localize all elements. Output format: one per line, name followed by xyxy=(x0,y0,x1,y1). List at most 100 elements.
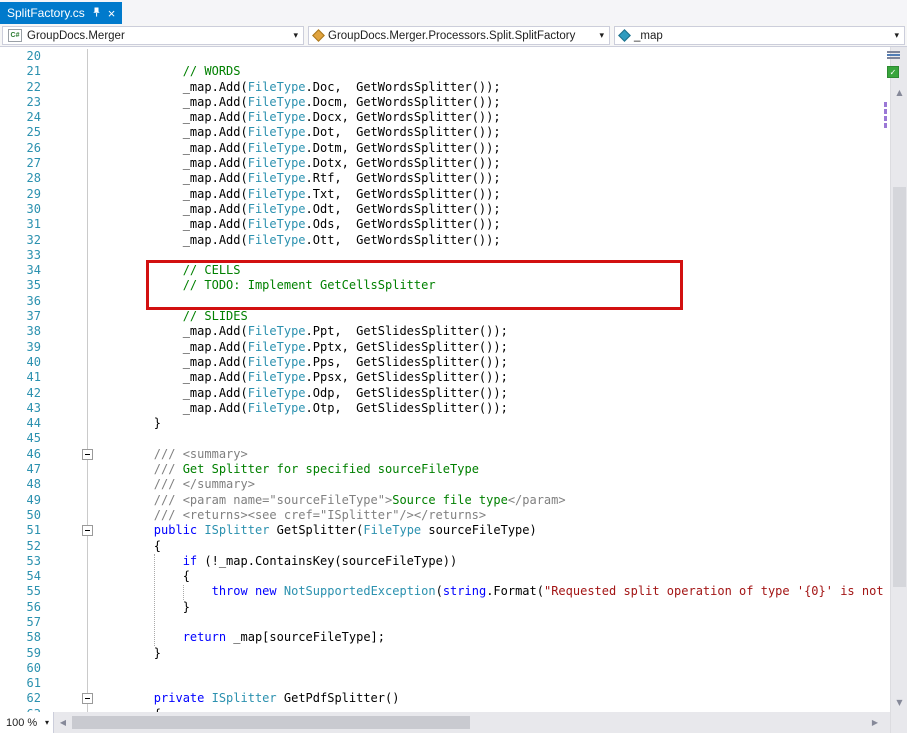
code-line[interactable]: } xyxy=(96,646,890,661)
line-number: 36 xyxy=(26,293,41,308)
code-line[interactable]: return _map[sourceFileType]; xyxy=(96,630,890,645)
code-line[interactable]: _map.Add(FileType.Rtf, GetWordsSplitter(… xyxy=(96,171,890,186)
pin-icon[interactable] xyxy=(92,6,101,20)
change-marker[interactable] xyxy=(884,109,887,114)
code-line[interactable]: // TODO: Implement GetCellsSplitter xyxy=(96,278,890,293)
tab-strip: SplitFactory.cs × xyxy=(0,0,907,24)
horizontal-scrollbar-thumb[interactable] xyxy=(72,716,470,729)
collapse-region-button[interactable] xyxy=(82,448,93,460)
code-line[interactable]: } xyxy=(96,416,890,431)
fold-margin-row xyxy=(80,447,96,462)
code-line[interactable]: _map.Add(FileType.Ott, GetWordsSplitter(… xyxy=(96,233,890,248)
code-line[interactable]: _map.Add(FileType.Txt, GetWordsSplitter(… xyxy=(96,187,890,202)
line-number: 23 xyxy=(26,94,41,109)
line-number: 38 xyxy=(26,324,41,339)
fold-margin-row xyxy=(80,370,96,385)
fold-margin-row xyxy=(80,386,96,401)
code-line[interactable] xyxy=(96,661,890,676)
fold-margin-row xyxy=(80,646,96,661)
code-line[interactable]: { xyxy=(96,539,890,554)
collapse-region-button[interactable] xyxy=(82,693,93,705)
line-number: 60 xyxy=(26,660,41,675)
collapse-region-button[interactable] xyxy=(82,525,93,537)
member-dropdown[interactable]: _map ▾ xyxy=(614,26,905,45)
code-line[interactable]: _map.Add(FileType.Ppt, GetSlidesSplitter… xyxy=(96,324,890,339)
fold-margin[interactable] xyxy=(80,49,96,712)
code-line[interactable]: /// <summary> xyxy=(96,447,890,462)
code-line[interactable]: _map.Add(FileType.Pps, GetSlidesSplitter… xyxy=(96,355,890,370)
scroll-down-icon[interactable]: ▼ xyxy=(891,696,907,710)
code-line[interactable]: if (!_map.ContainsKey(sourceFileType)) xyxy=(96,554,890,569)
code-line[interactable]: { xyxy=(96,569,890,584)
line-number: 61 xyxy=(26,676,41,691)
fold-margin-row xyxy=(80,49,96,64)
code-line[interactable]: _map.Add(FileType.Dot, GetWordsSplitter(… xyxy=(96,125,890,140)
fold-margin-row xyxy=(80,156,96,171)
code-line[interactable]: _map.Add(FileType.Dotx, GetWordsSplitter… xyxy=(96,156,890,171)
vertical-scrollbar[interactable]: ▲ ▼ xyxy=(890,47,907,712)
change-marker[interactable] xyxy=(884,102,887,107)
fold-margin-row xyxy=(80,95,96,110)
fold-margin-row xyxy=(80,493,96,508)
line-number: 25 xyxy=(26,125,41,140)
code-line[interactable]: /// Get Splitter for specified sourceFil… xyxy=(96,462,890,477)
line-number: 56 xyxy=(26,599,41,614)
code-line[interactable] xyxy=(96,49,890,64)
code-line[interactable]: } xyxy=(96,600,890,615)
code-line[interactable]: _map.Add(FileType.Ods, GetWordsSplitter(… xyxy=(96,217,890,232)
code-line[interactable]: private ISplitter GetPdfSplitter() xyxy=(96,691,890,706)
scroll-up-icon[interactable]: ▲ xyxy=(891,86,907,100)
line-number: 35 xyxy=(26,278,41,293)
close-icon[interactable]: × xyxy=(108,7,116,20)
line-number: 48 xyxy=(26,477,41,492)
change-marker[interactable] xyxy=(884,116,887,121)
code-line[interactable]: // WORDS xyxy=(96,64,890,79)
code-line[interactable] xyxy=(96,294,890,309)
code-line[interactable] xyxy=(96,248,890,263)
code-line[interactable]: _map.Add(FileType.Docx, GetWordsSplitter… xyxy=(96,110,890,125)
code-line[interactable]: _map.Add(FileType.Ppsx, GetSlidesSplitte… xyxy=(96,370,890,385)
code-line[interactable]: _map.Add(FileType.Odt, GetWordsSplitter(… xyxy=(96,202,890,217)
code-area[interactable]: // WORDS _map.Add(FileType.Doc, GetWords… xyxy=(96,49,890,712)
line-number: 53 xyxy=(26,553,41,568)
code-line[interactable]: // CELLS xyxy=(96,263,890,278)
code-line[interactable]: _map.Add(FileType.Docm, GetWordsSplitter… xyxy=(96,95,890,110)
change-marker[interactable] xyxy=(884,123,887,128)
code-line[interactable]: /// <returns><see cref="ISplitter"/></re… xyxy=(96,508,890,523)
file-health-indicator[interactable]: ✓ xyxy=(887,66,899,78)
code-editor[interactable]: 20 21 22 23 24 25 26 27 28 29 30 31 32 33 34 35 36 37 38 39… xyxy=(0,47,890,712)
scroll-right-icon[interactable]: ▶ xyxy=(868,712,882,733)
code-line[interactable]: _map.Add(FileType.Doc, GetWordsSplitter(… xyxy=(96,80,890,95)
fold-margin-row xyxy=(80,508,96,523)
line-number: 34 xyxy=(26,263,41,278)
code-line[interactable] xyxy=(96,615,890,630)
project-dropdown[interactable]: C# GroupDocs.Merger ▾ xyxy=(2,26,304,45)
code-line[interactable]: _map.Add(FileType.Pptx, GetSlidesSplitte… xyxy=(96,340,890,355)
code-line[interactable]: /// </summary> xyxy=(96,477,890,492)
split-editor-handle[interactable] xyxy=(886,50,901,62)
code-line[interactable]: public ISplitter GetSplitter(FileType so… xyxy=(96,523,890,538)
fold-margin-row xyxy=(80,600,96,615)
code-line[interactable]: throw new NotSupportedException(string.F… xyxy=(96,584,890,599)
code-line[interactable]: _map.Add(FileType.Dotm, GetWordsSplitter… xyxy=(96,141,890,156)
fold-margin-row xyxy=(80,401,96,416)
document-tab-splitfactory[interactable]: SplitFactory.cs × xyxy=(0,2,123,24)
fold-margin-row xyxy=(80,416,96,431)
code-line[interactable] xyxy=(96,431,890,446)
fold-margin-row xyxy=(80,584,96,599)
code-line[interactable]: // SLIDES xyxy=(96,309,890,324)
scrollbar-change-markers[interactable] xyxy=(884,102,888,130)
code-line[interactable] xyxy=(96,676,890,691)
fold-margin-row xyxy=(80,615,96,630)
fold-margin-row xyxy=(80,187,96,202)
selection-margin[interactable] xyxy=(46,49,80,712)
line-number: 50 xyxy=(26,507,41,522)
code-line[interactable]: /// <param name="sourceFileType">Source … xyxy=(96,493,890,508)
zoom-control[interactable]: 100 % ▾ xyxy=(0,712,54,733)
scroll-left-icon[interactable]: ◀ xyxy=(56,712,70,733)
vertical-scrollbar-thumb[interactable] xyxy=(893,187,906,587)
line-number: 54 xyxy=(26,569,41,584)
code-line[interactable]: _map.Add(FileType.Otp, GetSlidesSplitter… xyxy=(96,401,890,416)
type-dropdown[interactable]: GroupDocs.Merger.Processors.Split.SplitF… xyxy=(308,26,610,45)
code-line[interactable]: _map.Add(FileType.Odp, GetSlidesSplitter… xyxy=(96,386,890,401)
